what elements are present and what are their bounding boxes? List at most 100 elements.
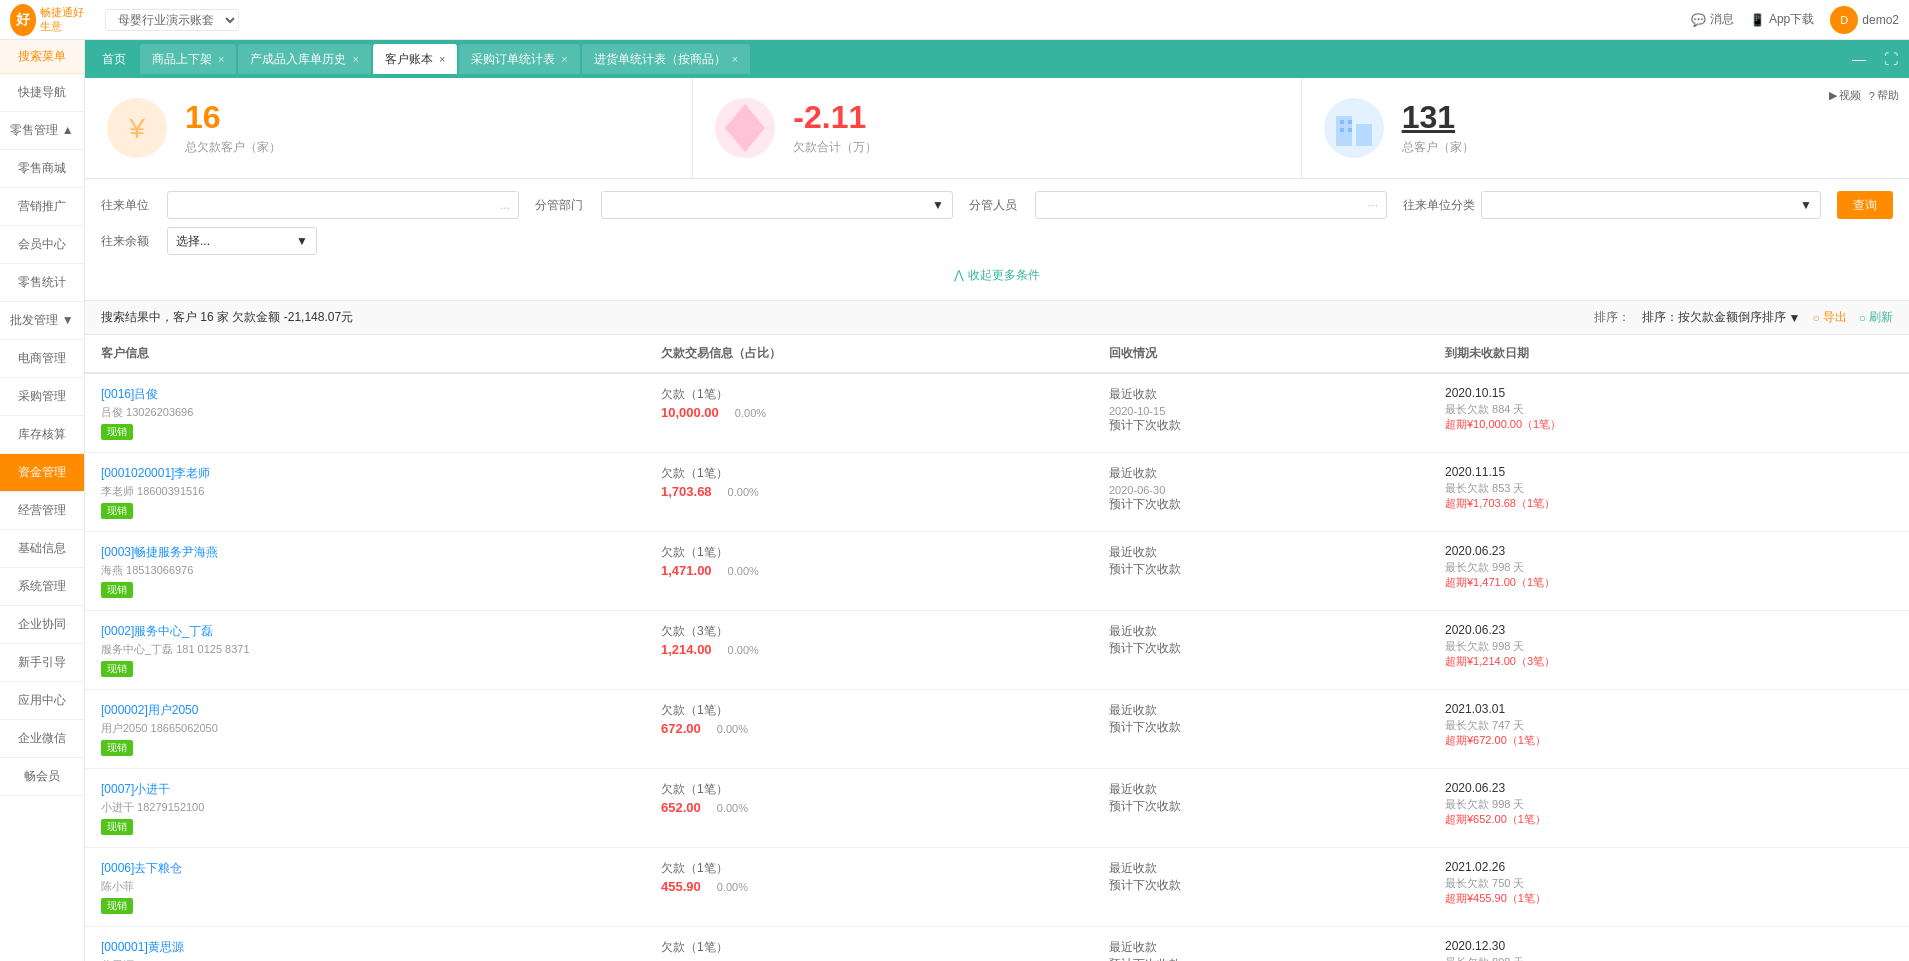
sidebar-item-ecommerce[interactable]: 电商管理 — [0, 340, 84, 378]
customer-name-4[interactable]: [000002]用户2050 — [101, 703, 198, 717]
sidebar-item-purchase-mgmt[interactable]: 采购管理 — [0, 378, 84, 416]
overdue-link-2[interactable]: 超期¥1,471.00（1笔） — [1445, 575, 1893, 590]
sidebar-item-retail-stats[interactable]: 零售统计 — [0, 264, 84, 302]
message-btn[interactable]: 💬 消息 — [1691, 11, 1734, 28]
overdue-link-1[interactable]: 超期¥1,703.68（1笔） — [1445, 496, 1893, 511]
collection-label-4: 最近收款 — [1109, 702, 1445, 719]
stat-info-debt-total: -2.11 欠款合计（万） — [793, 101, 877, 156]
sidebar-item-inventory-check[interactable]: 库存核算 — [0, 416, 84, 454]
sidebar-item-enterprise-collab[interactable]: 企业协同 — [0, 606, 84, 644]
export-btn[interactable]: ○ 导出 — [1813, 309, 1847, 326]
tab-collapse-btn[interactable]: — — [1846, 49, 1872, 69]
user-menu[interactable]: D demo2 — [1830, 6, 1899, 34]
stat-value-debt-customers: 16 — [185, 101, 281, 133]
overdue-link-5[interactable]: 超期¥652.00（1笔） — [1445, 812, 1893, 827]
tab-production-history-label: 产成品入库单历史 — [250, 51, 346, 68]
logo-area: 好 畅捷通好生意 — [10, 4, 95, 36]
customer-name-6[interactable]: [0006]去下粮仓 — [101, 861, 182, 875]
customer-name-7[interactable]: [000001]黄思源 — [101, 940, 184, 954]
collapse-filters-btn[interactable]: ⋀ 收起更多条件 — [101, 263, 1893, 288]
customer-name-0[interactable]: [0016]吕俊 — [101, 387, 158, 401]
sidebar-search[interactable]: 搜索菜单 — [0, 40, 84, 74]
sidebar-item-quick-nav[interactable]: 快捷导航 — [0, 74, 84, 112]
filter-source-unit-input[interactable]: ... — [167, 191, 519, 219]
industry-select[interactable]: 母婴行业演示账套 — [105, 9, 239, 31]
result-debt-prefix: 欠款金额 — [232, 310, 280, 324]
sidebar-item-retail-mall[interactable]: 零售商城 — [0, 150, 84, 188]
tab-production-history-close[interactable]: × — [352, 53, 358, 65]
search-button[interactable]: 查询 — [1837, 191, 1893, 219]
customer-name-5[interactable]: [0007]小进干 — [101, 782, 170, 796]
result-customer-unit: 家 — [217, 310, 229, 324]
due-date-2: 2020.06.23 — [1445, 544, 1893, 558]
tab-purchase-order[interactable]: 采购订单统计表 × — [459, 44, 579, 74]
tab-customer-account[interactable]: 客户账本 × — [373, 44, 457, 74]
filter-source-unit-class-select[interactable]: ▼ — [1481, 191, 1821, 219]
tab-home[interactable]: 首页 — [90, 44, 138, 74]
tab-product-offshelf[interactable]: 商品上下架 × — [140, 44, 236, 74]
sidebar-item-batch-mgmt[interactable]: 批发管理 ▼ — [0, 302, 84, 340]
tab-product-offshelf-label: 商品上下架 — [152, 51, 212, 68]
collection-label-5: 最近收款 — [1109, 781, 1445, 798]
debt-info-6: 欠款（1笔） 455.90 0.00% — [661, 860, 1109, 914]
tab-product-offshelf-close[interactable]: × — [218, 53, 224, 65]
sidebar-item-retail-mgmt[interactable]: 零售管理 ▲ — [0, 112, 84, 150]
customer-badge-3: 现销 — [101, 661, 133, 677]
sidebar-item-sys-mgmt[interactable]: 系统管理 — [0, 568, 84, 606]
sort-label: 排序： — [1594, 309, 1630, 326]
overdue-days-3: 最长欠款 998 天 — [1445, 639, 1893, 654]
view-video-btn[interactable]: ▶ 视频 — [1829, 88, 1861, 103]
tab-expand-btn[interactable]: ⛶ — [1878, 49, 1904, 69]
collection-info-6: 最近收款 预计下次收款 — [1109, 860, 1445, 914]
overdue-info-3: 2020.06.23 最长欠款 998 天 超期¥1,214.00（3笔） — [1445, 623, 1893, 677]
sidebar-item-enterprise-wechat[interactable]: 企业微信 — [0, 720, 84, 758]
tab-customer-account-close[interactable]: × — [439, 53, 445, 65]
sidebar-item-vip-member[interactable]: 畅会员 — [0, 758, 84, 796]
tab-inbound-stats[interactable]: 进货单统计表（按商品） × — [582, 44, 750, 74]
refresh-btn[interactable]: ○ 刷新 — [1859, 309, 1893, 326]
app-download-icon: 📱 — [1750, 13, 1765, 27]
sidebar-item-base-info[interactable]: 基础信息 — [0, 530, 84, 568]
customer-sub-4: 用户2050 18665062050 — [101, 721, 661, 736]
collection-label-2: 最近收款 — [1109, 544, 1445, 561]
app-download-btn[interactable]: 📱 App下载 — [1750, 11, 1814, 28]
filter-source-unit-class-label: 往来单位分类 — [1403, 197, 1475, 214]
sidebar-item-finance-mgmt[interactable]: 资金管理 — [0, 454, 84, 492]
tab-purchase-order-close[interactable]: × — [561, 53, 567, 65]
tab-production-history[interactable]: 产成品入库单历史 × — [238, 44, 370, 74]
debt-ratio-3: 0.00% — [728, 644, 759, 656]
next-collection-2: 预计下次收款 — [1109, 561, 1445, 578]
customer-badge-1: 现销 — [101, 503, 133, 519]
filter-source-unit-class-arrow: ▼ — [1800, 198, 1812, 212]
debt-ratio-2: 0.00% — [728, 565, 759, 577]
collection-info-4: 最近收款 预计下次收款 — [1109, 702, 1445, 756]
customer-sub-5: 小进干 18279152100 — [101, 800, 661, 815]
sidebar-item-new-guide[interactable]: 新手引导 — [0, 644, 84, 682]
overdue-link-0[interactable]: 超期¥10,000.00（1笔） — [1445, 417, 1893, 432]
sort-arrow-icon: ▼ — [1789, 311, 1801, 325]
collection-label-3: 最近收款 — [1109, 623, 1445, 640]
col-header-collection: 回收情况 — [1109, 345, 1445, 362]
sidebar-item-marketing[interactable]: 营销推广 — [0, 188, 84, 226]
result-debt-amount: -21,148.07元 — [284, 310, 353, 324]
tab-inbound-stats-close[interactable]: × — [732, 53, 738, 65]
customer-name-1[interactable]: [0001020001]李老师 — [101, 466, 210, 480]
overdue-link-4[interactable]: 超期¥672.00（1笔） — [1445, 733, 1893, 748]
sidebar-item-member-center[interactable]: 会员中心 — [0, 226, 84, 264]
sidebar-item-app-center[interactable]: 应用中心 — [0, 682, 84, 720]
overdue-link-6[interactable]: 超期¥455.90（1笔） — [1445, 891, 1893, 906]
filter-balance-select[interactable]: 选择... ▼ — [167, 227, 317, 255]
overdue-info-5: 2020.06.23 最长欠款 998 天 超期¥652.00（1笔） — [1445, 781, 1893, 835]
filter-person-input[interactable]: ··· — [1035, 191, 1387, 219]
filter-department-select[interactable]: ▼ — [601, 191, 953, 219]
tab-bar-right: — ⛶ — [1846, 49, 1904, 69]
help-btn[interactable]: ? 帮助 — [1869, 88, 1899, 103]
customer-name-2[interactable]: [0003]畅捷服务尹海燕 — [101, 545, 218, 559]
result-prefix: 搜索结果中，客户 — [101, 310, 197, 324]
overdue-link-3[interactable]: 超期¥1,214.00（3笔） — [1445, 654, 1893, 669]
customer-name-3[interactable]: [0002]服务中心_丁磊 — [101, 624, 213, 638]
filter-source-unit-class: 往来单位分类 ▼ — [1403, 191, 1821, 219]
due-date-5: 2020.06.23 — [1445, 781, 1893, 795]
sidebar-item-ops-mgmt[interactable]: 经营管理 — [0, 492, 84, 530]
sort-select[interactable]: 排序：按欠款金额倒序排序 ▼ — [1642, 309, 1801, 326]
